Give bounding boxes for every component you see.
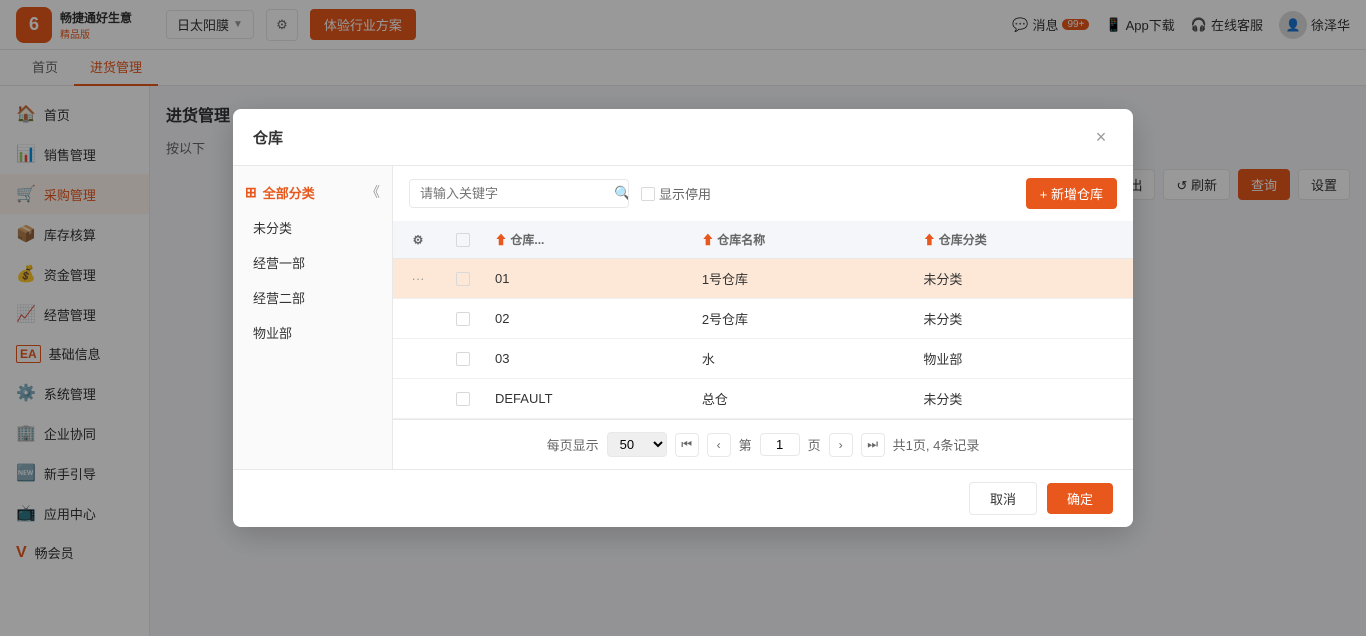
search-button[interactable]: 🔍 [606, 180, 629, 207]
row-category: 未分类 [911, 299, 1133, 339]
row-select-checkbox[interactable] [456, 272, 470, 286]
row-checkbox[interactable] [443, 259, 483, 299]
sort-icon-cat: ⬆ [923, 233, 935, 247]
show-disabled-checkbox[interactable]: 显示停用 [641, 184, 711, 203]
search-input[interactable] [410, 181, 606, 206]
cancel-button[interactable]: 取消 [969, 482, 1037, 515]
table-row[interactable]: DEFAULT 总仓 未分类 [393, 379, 1133, 419]
warehouse-table: ⚙ ⬆ 仓库... ⬆ [393, 221, 1133, 419]
modal-header: 仓库 × [233, 109, 1133, 166]
prev-page-button[interactable]: ‹ [707, 433, 731, 457]
select-all-checkbox[interactable] [456, 233, 470, 247]
disabled-checkbox[interactable] [641, 187, 655, 201]
row-category: 未分类 [911, 259, 1133, 299]
row-category: 物业部 [911, 339, 1133, 379]
row-checkbox[interactable] [443, 379, 483, 419]
col-header-category: ⬆ 仓库分类 [911, 221, 1133, 259]
table-row[interactable]: ··· 01 1号仓库 未分类 [393, 259, 1133, 299]
modal-body: ⊞ 全部分类 《 未分类 经营一部 经营二部 物业部 🔍 [233, 166, 1133, 469]
col-header-checkbox [443, 221, 483, 259]
next-page-button[interactable]: › [829, 433, 853, 457]
table-header-row: ⚙ ⬆ 仓库... ⬆ [393, 221, 1133, 259]
category-item-unclassified[interactable]: 未分类 [233, 210, 392, 245]
sort-icon-name: ⬆ [702, 233, 714, 247]
row-select-checkbox[interactable] [456, 352, 470, 366]
row-checkbox[interactable] [443, 299, 483, 339]
table-row[interactable]: 02 2号仓库 未分类 [393, 299, 1133, 339]
add-warehouse-button[interactable]: + 新增仓库 [1026, 178, 1117, 209]
table-area: 🔍 显示停用 + 新增仓库 [393, 166, 1133, 469]
first-page-button[interactable]: ⏮ [675, 433, 699, 457]
row-code: 01 [483, 259, 690, 299]
modal-overlay: 仓库 × ⊞ 全部分类 《 未分类 经营一部 经营二部 物业部 [0, 0, 1366, 636]
row-checkbox[interactable] [443, 339, 483, 379]
page-number-input[interactable] [760, 433, 800, 456]
col-header-name: ⬆ 仓库名称 [690, 221, 912, 259]
last-page-button[interactable]: ⏭ [861, 433, 885, 457]
row-action: ··· [393, 259, 443, 299]
category-sidebar: ⊞ 全部分类 《 未分类 经营一部 经营二部 物业部 [233, 166, 393, 469]
collapse-sidebar-button[interactable]: 《 [366, 182, 380, 202]
row-select-checkbox[interactable] [456, 392, 470, 406]
search-box: 🔍 [409, 179, 629, 208]
row-code: 02 [483, 299, 690, 339]
row-action [393, 299, 443, 339]
modal-title: 仓库 [253, 127, 283, 148]
row-name: 1号仓库 [690, 259, 912, 299]
category-item-ops2[interactable]: 经营二部 [233, 280, 392, 315]
row-select-checkbox[interactable] [456, 312, 470, 326]
category-header: ⊞ 全部分类 《 [233, 174, 392, 210]
table-row[interactable]: 03 水 物业部 [393, 339, 1133, 379]
row-name: 水 [690, 339, 912, 379]
row-action [393, 379, 443, 419]
row-code: DEFAULT [483, 379, 690, 419]
row-name: 总仓 [690, 379, 912, 419]
all-categories-button[interactable]: ⊞ 全部分类 [245, 183, 315, 202]
category-item-property[interactable]: 物业部 [233, 315, 392, 350]
row-category: 未分类 [911, 379, 1133, 419]
grid-icon: ⊞ [245, 184, 257, 201]
table-scroll: ⚙ ⬆ 仓库... ⬆ [393, 221, 1133, 419]
category-item-ops1[interactable]: 经营一部 [233, 245, 392, 280]
row-name: 2号仓库 [690, 299, 912, 339]
per-page-select[interactable]: 50 100 [607, 432, 667, 457]
sort-icon-code: ⬆ [495, 233, 507, 247]
confirm-button[interactable]: 确定 [1047, 483, 1113, 514]
pagination: 每页显示 50 100 ⏮ ‹ 第 页 › ⏭ 共1页, 4条记录 [393, 419, 1133, 469]
col-header-code: ⬆ 仓库... [483, 221, 690, 259]
row-action [393, 339, 443, 379]
modal-close-button[interactable]: × [1089, 125, 1113, 149]
row-code: 03 [483, 339, 690, 379]
table-toolbar: 🔍 显示停用 + 新增仓库 [393, 166, 1133, 221]
warehouse-modal: 仓库 × ⊞ 全部分类 《 未分类 经营一部 经营二部 物业部 [233, 109, 1133, 527]
modal-footer: 取消 确定 [233, 469, 1133, 527]
col-header-settings: ⚙ [393, 221, 443, 259]
